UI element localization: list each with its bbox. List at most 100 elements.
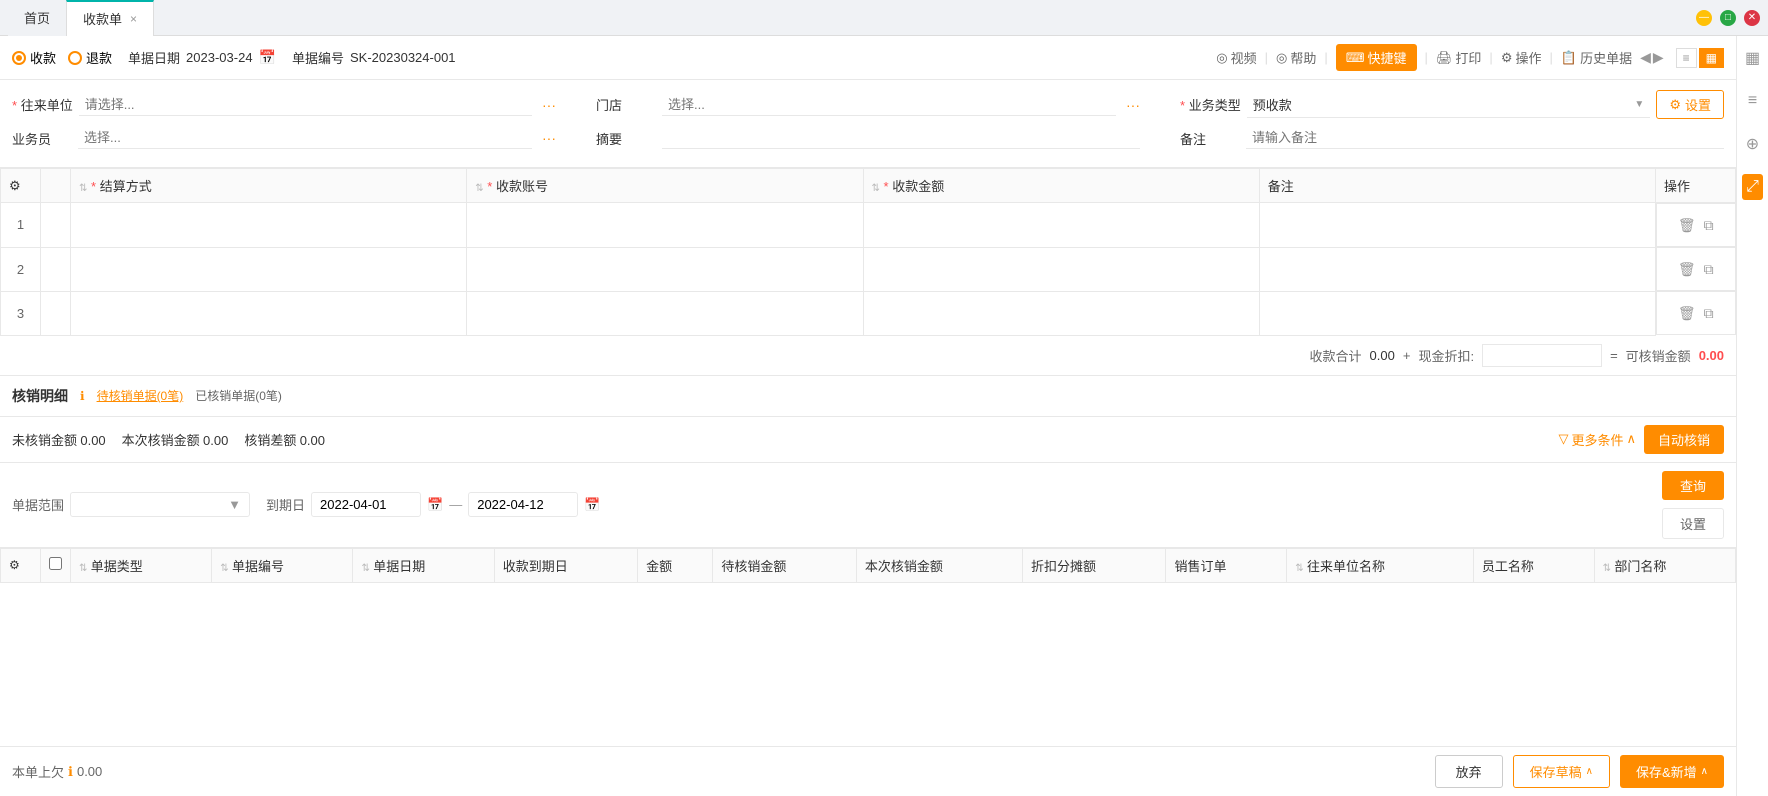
row-3-amount[interactable] bbox=[863, 291, 1259, 335]
tab-close-icon[interactable]: × bbox=[130, 12, 137, 26]
abandon-button[interactable]: 放弃 bbox=[1435, 755, 1503, 788]
range-label: 单据范围 bbox=[12, 495, 64, 514]
date-end-input[interactable] bbox=[468, 492, 578, 517]
row-2-amount-input[interactable] bbox=[864, 248, 1259, 291]
history-link[interactable]: 📋 历史单据 bbox=[1561, 48, 1632, 67]
date-start-icon[interactable]: 📅 bbox=[427, 497, 443, 513]
row-3-account-input[interactable] bbox=[467, 292, 862, 335]
minimize-button[interactable]: — bbox=[1696, 10, 1712, 26]
row-2-copy-icon[interactable]: ⧉ bbox=[1704, 261, 1714, 278]
save-button[interactable]: 保存&新增 ∧ bbox=[1620, 755, 1724, 788]
row-2-settlement[interactable] bbox=[71, 247, 467, 291]
row-1-copy-icon[interactable]: ⧉ bbox=[1704, 217, 1714, 234]
shop-more-icon[interactable]: ··· bbox=[1126, 97, 1140, 113]
close-button[interactable]: ✕ bbox=[1744, 10, 1760, 26]
partner-more-icon[interactable]: ··· bbox=[542, 97, 556, 113]
row-1-settlement-input[interactable] bbox=[71, 203, 466, 247]
date-start-input[interactable] bbox=[311, 492, 421, 517]
th-salesorder-label: 销售订单 bbox=[1174, 559, 1226, 574]
row-2-settlement-input[interactable] bbox=[71, 248, 466, 291]
help-link[interactable]: ◎ 帮助 bbox=[1276, 48, 1316, 67]
remark-field: 备注 bbox=[1180, 127, 1724, 149]
select-all-checkbox[interactable] bbox=[49, 557, 62, 570]
shortcut-button[interactable]: ⌨ 快捷键 bbox=[1336, 44, 1417, 71]
form-row-1: * 往来单位 ··· 门店 ··· * 业务类型 预收款 ▼ bbox=[12, 90, 1724, 119]
operations-link[interactable]: ⚙ 操作 bbox=[1501, 48, 1542, 67]
bottom-th-gear[interactable]: ⚙ bbox=[1, 548, 41, 582]
more-conditions-button[interactable]: ▽ 更多条件 ∧ bbox=[1558, 430, 1636, 449]
verification-actions: ▽ 更多条件 ∧ 自动核销 bbox=[1558, 425, 1724, 454]
row-2-account-input[interactable] bbox=[467, 248, 862, 291]
maximize-button[interactable]: □ bbox=[1720, 10, 1736, 26]
row-1-remark-input[interactable] bbox=[1260, 203, 1655, 247]
video-link[interactable]: ◎ 视频 bbox=[1216, 48, 1256, 67]
business-type-select[interactable]: 预收款 ▼ bbox=[1247, 92, 1651, 118]
date-end-icon[interactable]: 📅 bbox=[584, 497, 600, 513]
date-value: 2023-03-24 bbox=[186, 50, 253, 65]
row-2-remark[interactable] bbox=[1259, 247, 1655, 291]
sidebar-expand-icon[interactable]: ⤢ bbox=[1742, 174, 1763, 200]
partner-input[interactable] bbox=[79, 94, 532, 116]
row-3-amount-input[interactable] bbox=[864, 292, 1259, 335]
row-1-settlement[interactable] bbox=[71, 203, 467, 248]
staff-input[interactable] bbox=[78, 127, 532, 149]
sidebar-list-icon[interactable]: ≡ bbox=[1744, 88, 1761, 114]
discount-input[interactable] bbox=[1482, 344, 1602, 367]
verification-info-icon[interactable]: ℹ bbox=[80, 389, 85, 403]
row-3-account[interactable] bbox=[467, 291, 863, 335]
prev-arrow[interactable]: ◀ bbox=[1640, 49, 1651, 66]
th-gear[interactable]: ⚙ bbox=[1, 169, 41, 203]
sidebar-attach-icon[interactable]: ⊕ bbox=[1742, 130, 1763, 158]
radio-tuikuan[interactable]: 退款 bbox=[68, 48, 112, 67]
query-button[interactable]: 查询 bbox=[1662, 471, 1724, 500]
row-2-delete-icon[interactable]: 🗑 bbox=[1678, 261, 1696, 278]
row-3-remark-input[interactable] bbox=[1260, 292, 1655, 335]
bottom-th-check[interactable] bbox=[41, 548, 71, 582]
row-1-account-input[interactable] bbox=[467, 203, 862, 247]
row-3-ops: 🗑 ⧉ bbox=[1656, 291, 1736, 335]
completed-tab[interactable]: 已核销单据(0笔) bbox=[195, 387, 282, 404]
remark-input[interactable] bbox=[1246, 127, 1724, 149]
row-3-remark[interactable] bbox=[1259, 291, 1655, 335]
shop-input[interactable] bbox=[662, 94, 1116, 116]
row-1-account[interactable] bbox=[467, 203, 863, 248]
row-2-remark-input[interactable] bbox=[1260, 248, 1655, 291]
staff-more-icon[interactable]: ··· bbox=[542, 130, 556, 146]
tab-home[interactable]: 首页 bbox=[8, 0, 66, 36]
row-3-settlement[interactable] bbox=[71, 291, 467, 335]
row-2-amount[interactable] bbox=[863, 247, 1259, 291]
row-1-delete-icon[interactable]: 🗑 bbox=[1678, 217, 1696, 234]
auto-verify-button[interactable]: 自动核销 bbox=[1644, 425, 1724, 454]
footer-info-icon[interactable]: ℹ bbox=[68, 764, 73, 780]
toolbar-actions: ◎ 视频 | ◎ 帮助 | ⌨ 快捷键 | 🖨 打印 | ⚙ 操作 bbox=[1216, 44, 1724, 71]
bottom-th-discount: 折扣分摊额 bbox=[1023, 548, 1166, 582]
prev-label: 本单上欠 bbox=[12, 762, 64, 781]
row-1-ops: 🗑 ⧉ bbox=[1656, 203, 1736, 247]
list-view-button[interactable]: ≡ bbox=[1676, 48, 1697, 68]
row-3-delete-icon[interactable]: 🗑 bbox=[1678, 305, 1696, 322]
row-3-copy-icon[interactable]: ⧉ bbox=[1704, 305, 1714, 322]
right-sidebar: ▦ ≡ ⊕ ⤢ bbox=[1736, 36, 1768, 796]
pending-tab[interactable]: 待核销单据(0笔) bbox=[97, 387, 184, 404]
tab-home-label: 首页 bbox=[24, 8, 50, 27]
sidebar-table-icon[interactable]: ▦ bbox=[1741, 44, 1764, 72]
tab-shoukuan[interactable]: 收款单 × bbox=[66, 0, 154, 36]
row-1-amount-input[interactable] bbox=[864, 203, 1259, 247]
calendar-icon[interactable]: 📅 bbox=[259, 49, 276, 66]
range-select[interactable]: ▼ bbox=[70, 492, 250, 517]
row-1-remark[interactable] bbox=[1259, 203, 1655, 248]
row-3-settlement-input[interactable] bbox=[71, 292, 466, 335]
draft-button[interactable]: 保存草稿 ∧ bbox=[1513, 755, 1610, 788]
grid-view-button[interactable]: ▦ bbox=[1699, 48, 1724, 68]
sep1: | bbox=[1265, 50, 1268, 65]
radio-shoukuan[interactable]: 收款 bbox=[12, 48, 56, 67]
filter-settings-button[interactable]: 设置 bbox=[1662, 508, 1724, 539]
form-settings-button[interactable]: ⚙ 设置 bbox=[1656, 90, 1724, 119]
row-1-amount[interactable] bbox=[863, 203, 1259, 248]
history-icon: 📋 bbox=[1561, 50, 1577, 66]
bottom-th-current: 本次核销金额 bbox=[856, 548, 1022, 582]
row-2-account[interactable] bbox=[467, 247, 863, 291]
print-link[interactable]: 🖨 打印 bbox=[1436, 48, 1482, 67]
next-arrow[interactable]: ▶ bbox=[1653, 49, 1664, 66]
summary-input[interactable] bbox=[662, 127, 1140, 149]
